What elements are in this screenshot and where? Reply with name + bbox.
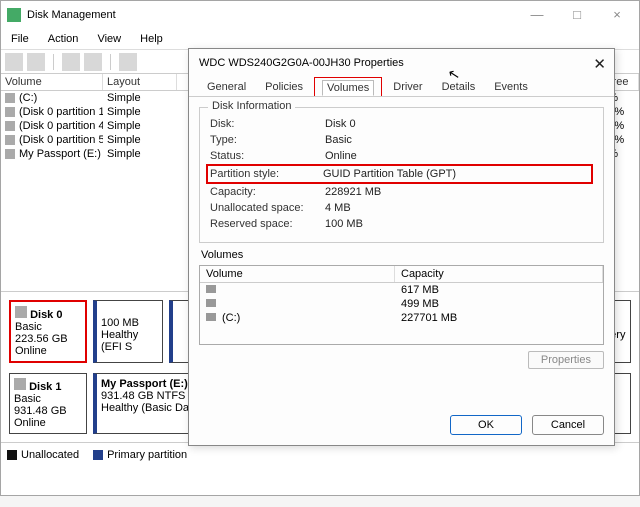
- volumes-body: 617 MB 499 MB (C:)227701 MB: [200, 283, 603, 325]
- disk-0-label[interactable]: Disk 0 Basic 223.56 GB Online: [9, 300, 87, 363]
- drive-icon: [206, 313, 216, 321]
- tab-policies[interactable]: Policies: [257, 77, 311, 96]
- volumes-table[interactable]: Volume Capacity 617 MB 499 MB (C:)227701…: [199, 265, 604, 345]
- info-row: Type:Basic: [210, 132, 593, 148]
- minimize-button[interactable]: —: [517, 3, 557, 27]
- volume-icon: [5, 93, 15, 103]
- close-icon[interactable]: ✕: [593, 55, 606, 73]
- col-volume[interactable]: Volume: [1, 74, 103, 90]
- menu-help[interactable]: Help: [132, 31, 171, 47]
- drive-icon: [206, 285, 216, 293]
- info-row: Capacity:228921 MB: [210, 184, 593, 200]
- volumes-header: Volume Capacity: [200, 266, 603, 283]
- drive-icon: [206, 299, 216, 307]
- info-row: Disk:Disk 0: [210, 116, 593, 132]
- menu-view[interactable]: View: [89, 31, 129, 47]
- back-icon[interactable]: [5, 53, 23, 71]
- fieldset-legend: Disk Information: [208, 100, 295, 112]
- dialog-tabs: General Policies Volumes Driver Details …: [189, 77, 614, 97]
- disk-icon: [15, 306, 27, 318]
- disk-information-fieldset: Disk Information Disk:Disk 0 Type:Basic …: [199, 107, 604, 243]
- info-row-partition-style: Partition style:GUID Partition Table (GP…: [206, 164, 593, 184]
- tab-general[interactable]: General: [199, 77, 254, 96]
- action-icon[interactable]: [84, 53, 102, 71]
- volume-row[interactable]: 617 MB: [200, 283, 603, 297]
- tab-volumes[interactable]: Volumes: [314, 77, 382, 96]
- legend-unallocated-icon: [7, 450, 17, 460]
- tab-driver[interactable]: Driver: [385, 77, 430, 96]
- menu-bar: File Action View Help: [1, 29, 639, 50]
- legend-primary-icon: [93, 450, 103, 460]
- info-row: Status:Online: [210, 148, 593, 164]
- disk-0-partition-efi[interactable]: 100 MB Healthy (EFI S: [93, 300, 163, 363]
- properties-dialog: WDC WDS240G2G0A-00JH30 Properties ✕ Gene…: [188, 48, 615, 446]
- dialog-title: WDC WDS240G2G0A-00JH30 Properties: [199, 57, 404, 69]
- cancel-button[interactable]: Cancel: [532, 415, 604, 435]
- volume-row[interactable]: (C:)227701 MB: [200, 311, 603, 325]
- close-button[interactable]: ×: [597, 3, 637, 27]
- properties-button[interactable]: Properties: [528, 351, 604, 369]
- volume-row[interactable]: 499 MB: [200, 297, 603, 311]
- col-layout[interactable]: Layout: [103, 74, 177, 90]
- volume-icon: [5, 135, 15, 145]
- refresh-icon[interactable]: [62, 53, 80, 71]
- volume-icon: [5, 107, 15, 117]
- disk-icon: [14, 378, 26, 390]
- dialog-footer: OK Cancel: [450, 415, 604, 435]
- dialog-titlebar[interactable]: WDC WDS240G2G0A-00JH30 Properties: [189, 49, 614, 77]
- help-icon[interactable]: [119, 53, 137, 71]
- menu-action[interactable]: Action: [40, 31, 87, 47]
- tab-events[interactable]: Events: [486, 77, 536, 96]
- forward-icon[interactable]: [27, 53, 45, 71]
- window-title: Disk Management: [27, 9, 116, 21]
- ok-button[interactable]: OK: [450, 415, 522, 435]
- maximize-button[interactable]: □: [557, 3, 597, 27]
- col-volume[interactable]: Volume: [200, 266, 395, 282]
- properties-button-row: Properties: [189, 351, 614, 369]
- separator: [53, 54, 54, 70]
- separator: [110, 54, 111, 70]
- info-row: Unallocated space:4 MB: [210, 200, 593, 216]
- volumes-label: Volumes: [189, 249, 614, 261]
- info-row: Reserved space:100 MB: [210, 216, 593, 232]
- volume-icon: [5, 149, 15, 159]
- disk-1-label[interactable]: Disk 1 Basic 931.48 GB Online: [9, 373, 87, 434]
- volume-icon: [5, 121, 15, 131]
- col-capacity[interactable]: Capacity: [395, 266, 603, 282]
- app-icon: [7, 8, 21, 22]
- menu-file[interactable]: File: [3, 31, 37, 47]
- window-controls: — □ ×: [517, 3, 637, 27]
